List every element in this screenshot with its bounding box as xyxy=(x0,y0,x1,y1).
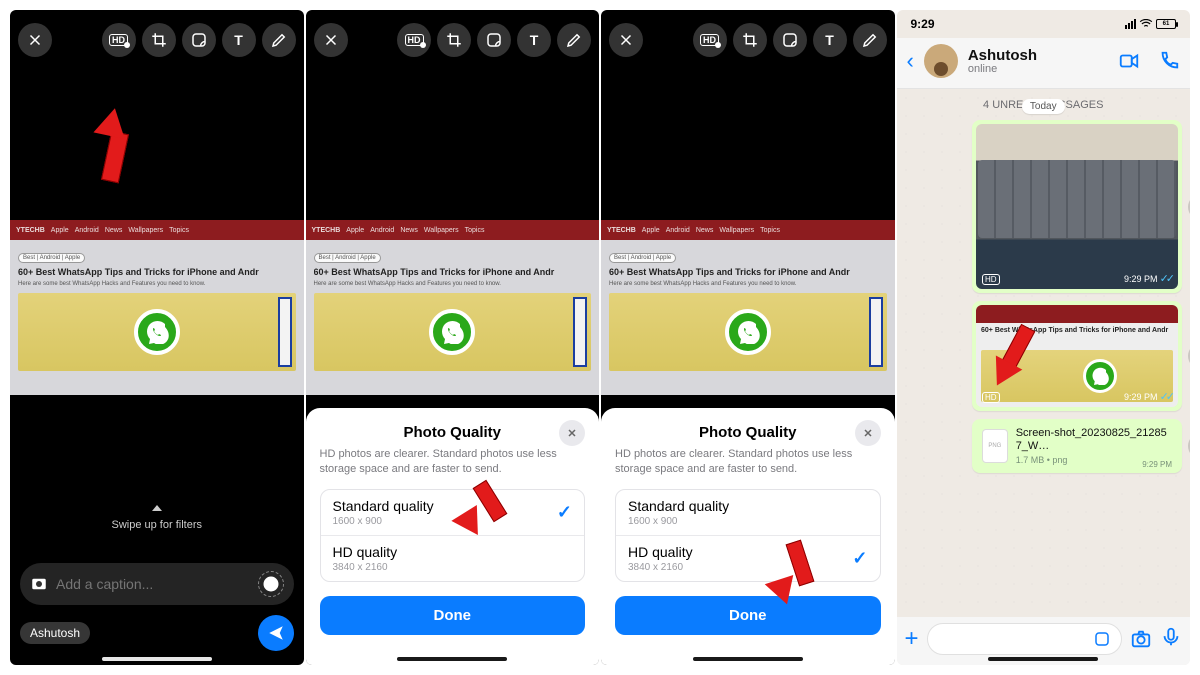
sticker-icon[interactable] xyxy=(477,23,511,57)
caption-input[interactable] xyxy=(56,576,250,592)
chat-header: ‹ Ashutosh online xyxy=(897,38,1191,89)
home-indicator xyxy=(693,657,803,661)
editor-toolbar: HD T xyxy=(10,10,304,70)
message-time: 9:29 PM xyxy=(1124,392,1158,402)
status-time: 9:29 xyxy=(911,17,935,31)
sheet-description: HD photos are clearer. Standard photos u… xyxy=(320,447,586,477)
option-hd[interactable]: HD quality3840 x 2160 ✓ xyxy=(616,535,880,581)
sticker-input-icon[interactable] xyxy=(1093,630,1111,648)
swipe-hint[interactable]: Swipe up for filters xyxy=(20,519,294,531)
photo-quality-sheet: Photo Quality HD photos are clearer. Sta… xyxy=(601,408,895,665)
message-time: 9:29 PM xyxy=(1124,274,1158,284)
avatar[interactable] xyxy=(924,44,958,78)
forward-icon[interactable] xyxy=(1188,194,1190,220)
document-icon: PNG xyxy=(982,429,1008,463)
text-icon[interactable]: T xyxy=(222,23,256,57)
draw-icon[interactable] xyxy=(557,23,591,57)
mic-icon[interactable] xyxy=(1160,626,1182,653)
recipient-chip[interactable]: Ashutosh xyxy=(20,622,90,644)
checkmark-icon: ✓ xyxy=(557,502,572,523)
read-ticks-icon: ✓✓ xyxy=(1160,390,1172,403)
forward-icon[interactable] xyxy=(1188,343,1190,369)
wifi-icon xyxy=(1139,19,1153,29)
document-name: Screen-shot_20230825_212857_W… xyxy=(1016,427,1172,453)
draw-icon[interactable] xyxy=(853,23,887,57)
contact-status: online xyxy=(968,63,1037,75)
article-sub: Here are some best WhatsApp Hacks and Fe… xyxy=(18,281,296,287)
option-hd[interactable]: HD quality3840 x 2160 xyxy=(321,535,585,581)
timer-icon[interactable] xyxy=(258,571,284,597)
unread-banner: 4 UNREAD MESSAGES Today xyxy=(905,99,1183,114)
contact-name: Ashutosh xyxy=(968,48,1037,63)
panel-quality-done: HD T YTECHBAppleAndroidNewsWallpapersTop… xyxy=(601,10,895,665)
date-pill: Today xyxy=(1022,99,1065,114)
photo-quality-sheet: Photo Quality HD photos are clearer. Sta… xyxy=(306,408,600,665)
image-keyboard: HD 9:29 PM✓✓ xyxy=(976,124,1178,289)
voice-call-icon[interactable] xyxy=(1158,50,1180,72)
image-screenshot: 60+ Best WhatsApp Tips and Tricks for iP… xyxy=(976,305,1178,407)
hd-badge: HD xyxy=(982,274,1000,285)
status-bar: 9:29 61 xyxy=(897,10,1191,38)
option-standard[interactable]: Standard quality1600 x 900 ✓ xyxy=(321,490,585,535)
video-call-icon[interactable] xyxy=(1118,50,1140,72)
sticker-icon[interactable] xyxy=(773,23,807,57)
photo-add-icon[interactable] xyxy=(30,575,48,593)
signal-icon xyxy=(1125,19,1136,29)
text-icon[interactable]: T xyxy=(517,23,551,57)
forward-icon[interactable] xyxy=(1188,433,1190,459)
sheet-title: Photo Quality xyxy=(404,424,502,441)
sheet-title: Photo Quality xyxy=(699,424,797,441)
site-logo: YTECHB xyxy=(16,227,45,234)
sheet-close-icon[interactable] xyxy=(855,420,881,446)
back-icon[interactable]: ‹ xyxy=(907,48,914,74)
hd-badge: HD xyxy=(982,392,1000,403)
send-button[interactable] xyxy=(258,615,294,651)
draw-icon[interactable] xyxy=(262,23,296,57)
message-time: 9:29 PM xyxy=(1142,460,1172,469)
photo-preview: YTECHB AppleAndroidNewsWallpapersTopics … xyxy=(10,70,304,507)
message-document[interactable]: PNG Screen-shot_20230825_212857_W… 1.7 M… xyxy=(972,419,1182,473)
crop-icon[interactable] xyxy=(733,23,767,57)
editor-footer: Swipe up for filters Ashutosh xyxy=(10,507,304,665)
article-headline: 60+ Best WhatsApp Tips and Tricks for iP… xyxy=(18,267,296,278)
close-icon[interactable] xyxy=(314,23,348,57)
close-icon[interactable] xyxy=(18,23,52,57)
hd-icon[interactable]: HD xyxy=(693,23,727,57)
message-image-2[interactable]: 60+ Best WhatsApp Tips and Tricks for iP… xyxy=(972,301,1182,411)
attach-icon[interactable]: + xyxy=(905,625,919,653)
read-ticks-icon: ✓✓ xyxy=(1160,272,1172,285)
message-image-1[interactable]: HD 9:29 PM✓✓ xyxy=(972,120,1182,293)
battery-icon: 61 xyxy=(1156,19,1176,29)
done-button[interactable]: Done xyxy=(615,596,881,635)
chat-body[interactable]: 4 UNREAD MESSAGES Today HD 9:29 PM✓✓ 60+… xyxy=(897,89,1191,617)
checkmark-icon: ✓ xyxy=(852,548,867,569)
whatsapp-logo-icon xyxy=(134,309,180,355)
home-indicator xyxy=(988,657,1098,661)
close-icon[interactable] xyxy=(609,23,643,57)
photo-content: YTECHB AppleAndroidNewsWallpapersTopics … xyxy=(10,220,304,395)
hd-icon[interactable]: HD xyxy=(397,23,431,57)
panel-editor-hd-hint: HD T YTECHB.co YTECHB AppleAndroidNewsWa… xyxy=(10,10,304,665)
home-indicator xyxy=(397,657,507,661)
contact-info[interactable]: Ashutosh online xyxy=(968,48,1037,75)
sheet-close-icon[interactable] xyxy=(559,420,585,446)
caption-row xyxy=(20,563,294,605)
crop-icon[interactable] xyxy=(142,23,176,57)
panel-quality-select: HD T YTECHBAppleAndroidNewsWallpapersTop… xyxy=(306,10,600,665)
option-standard[interactable]: Standard quality1600 x 900 xyxy=(616,490,880,535)
article-tag: Best | Android | Apple xyxy=(18,253,85,263)
done-button[interactable]: Done xyxy=(320,596,586,635)
crop-icon[interactable] xyxy=(437,23,471,57)
panel-chat-result: 9:29 61 ‹ Ashutosh online 4 UNREAD MESSA… xyxy=(897,10,1191,665)
home-indicator xyxy=(102,657,212,661)
sticker-icon[interactable] xyxy=(182,23,216,57)
message-input[interactable] xyxy=(927,623,1122,655)
hd-icon[interactable]: HD xyxy=(102,23,136,57)
text-icon[interactable]: T xyxy=(813,23,847,57)
sheet-description: HD photos are clearer. Standard photos u… xyxy=(615,447,881,477)
camera-icon[interactable] xyxy=(1130,628,1152,650)
